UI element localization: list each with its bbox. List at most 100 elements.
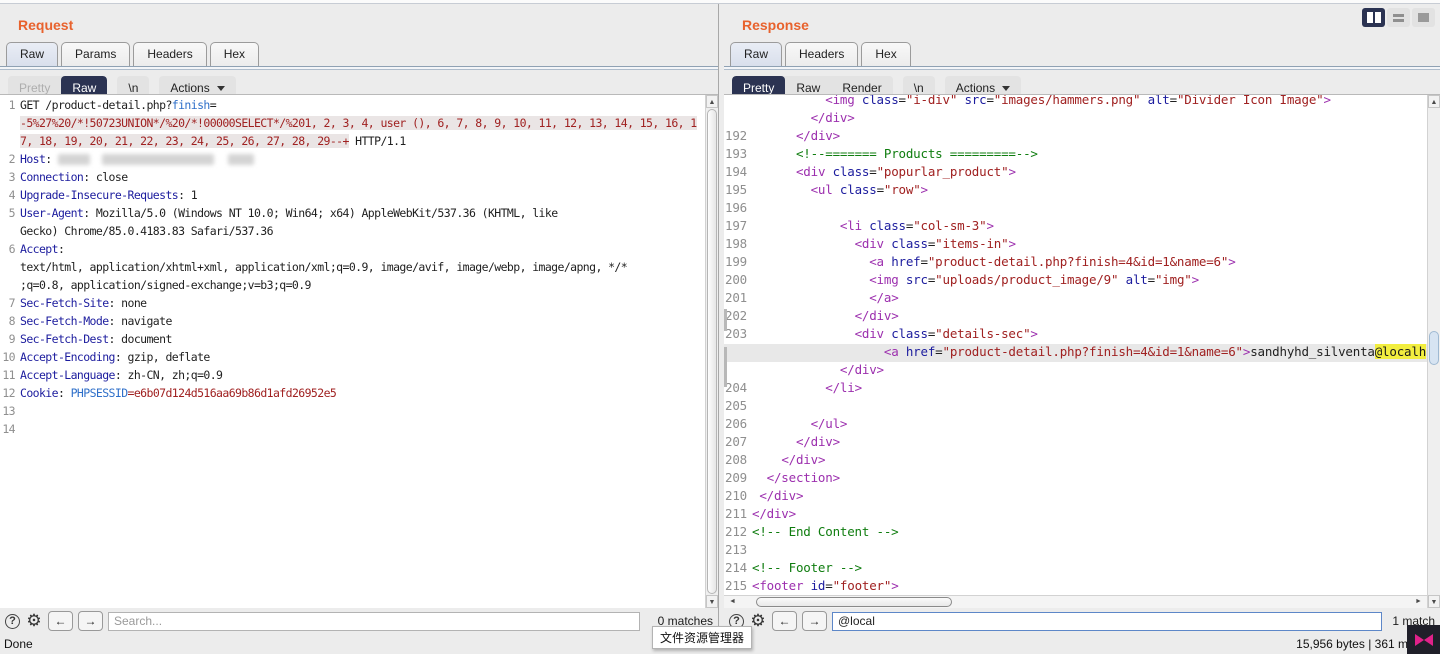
settings-gear-icon[interactable]: ⚙ <box>25 611 43 631</box>
find-previous-button[interactable]: ← <box>48 611 73 631</box>
response-tab-hex[interactable]: Hex <box>861 42 911 66</box>
code-line: 14 <box>2 422 15 436</box>
code-line: 4 Upgrade-Insecure-Requests: 1 <box>8 188 198 202</box>
response-title: Response <box>742 17 809 33</box>
request-search-input[interactable] <box>108 611 640 631</box>
code-line: 9 Sec-Fetch-Dest: document <box>8 332 173 346</box>
request-vscroll-thumb[interactable] <box>707 109 717 594</box>
code-line: 206 </ul> <box>725 416 848 431</box>
scroll-up-icon[interactable]: ▲ <box>1428 95 1440 108</box>
burp-repeater-window: Request Raw Params Headers Hex Pretty Ra… <box>0 0 1440 654</box>
code-line: 208 </div> <box>725 452 826 467</box>
code-line: 7 Sec-Fetch-Site: none <box>8 296 147 310</box>
request-title: Request <box>18 17 74 33</box>
request-findbar: ? ⚙ ← → 0 matches <box>0 608 718 634</box>
response-tab-headers[interactable]: Headers <box>785 42 859 66</box>
actions-label: Actions <box>955 81 996 95</box>
code-line: 194 <div class="popurlar_product"> <box>725 164 1016 179</box>
request-tabs: Raw Params Headers Hex <box>6 42 262 66</box>
status-bytes: 15,956 bytes | 361 m <box>1296 637 1408 651</box>
code-line: 203 <div class="details-sec"> <box>725 326 1038 341</box>
code-line: 205 <box>725 398 747 413</box>
actions-label: Actions <box>170 81 210 95</box>
scroll-up-icon[interactable]: ▲ <box>706 95 718 108</box>
code-line: 12 Cookie: PHPSESSID=e6b07d124d516aa69b86… <box>2 386 337 400</box>
code-line: 214 <!-- Footer --> <box>725 560 862 575</box>
code-line: 201 </a> <box>725 290 899 305</box>
response-tabs: Raw Headers Hex <box>730 42 914 66</box>
code-line: 1 GET /product-detail.php?finish= <box>8 98 217 112</box>
code-line: </div> <box>810 110 855 125</box>
layout-columns-button[interactable] <box>1362 8 1385 27</box>
layout-rows-button[interactable] <box>1387 8 1410 27</box>
code-line: 197 <li class="col-sm-3"> <box>725 218 994 233</box>
code-line: 193 <!--======= Products =========--> <box>725 146 1038 161</box>
request-panel: Request Raw Params Headers Hex Pretty Ra… <box>0 4 719 634</box>
search-marker <box>724 309 727 331</box>
code-line: 192 </div> <box>725 128 840 143</box>
response-editor[interactable]: <img class="i-div" src="images/hammers.p… <box>724 94 1440 608</box>
code-line: 198 <div class="items-in"> <box>725 236 1016 251</box>
scroll-left-icon[interactable]: ◄ <box>726 596 739 608</box>
pane-icon <box>1366 12 1373 23</box>
layout-buttons <box>1362 8 1435 27</box>
code-line: text/html, application/xhtml+xml, applic… <box>20 260 628 274</box>
code-line: <img class="i-div" src="images/hammers.p… <box>825 95 1331 107</box>
code-line: 11 Accept-Language: zh-CN, zh;q=0.9 <box>2 368 223 382</box>
chevron-down-icon <box>1002 85 1011 91</box>
find-next-button[interactable]: → <box>802 611 827 631</box>
code-line: 2 Host: <box>0 152 705 170</box>
code-line: 204 </li> <box>725 380 862 395</box>
scroll-right-icon[interactable]: ► <box>1412 596 1425 608</box>
code-line: 200 <img src="uploads/product_image/9" a… <box>725 272 1199 287</box>
code-line: -5%27%20/*!50723UNION*/%20/*!00000SELECT… <box>20 116 697 130</box>
code-line: 8 Sec-Fetch-Mode: navigate <box>8 314 173 328</box>
tab-underline <box>724 66 1440 70</box>
code-line: 6 Accept: <box>8 242 65 256</box>
rows-icon <box>1393 13 1404 22</box>
request-vscrollbar[interactable]: ▲ ▼ <box>705 95 718 608</box>
code-line: 7, 18, 19, 20, 21, 22, 23, 24, 25, 26, 2… <box>20 134 406 148</box>
find-previous-button[interactable]: ← <box>772 611 797 631</box>
code-line: 210 </div> <box>725 488 804 503</box>
tab-underline <box>0 66 718 70</box>
file-explorer-tooltip: 文件资源管理器 <box>652 626 753 649</box>
code-line: 211 </div> <box>725 506 796 521</box>
code-line: ;q=0.8, application/signed-exchange;v=b3… <box>20 278 311 292</box>
response-vscroll-thumb[interactable] <box>1429 331 1439 365</box>
response-hscroll-thumb[interactable] <box>756 597 952 607</box>
code-line: 3 Connection: close <box>8 170 128 184</box>
help-icon[interactable]: ? <box>5 613 20 629</box>
request-tab-raw[interactable]: Raw <box>6 42 59 66</box>
chevron-down-icon <box>216 85 225 91</box>
code-line: 207 </div> <box>725 434 840 449</box>
code-line: Gecko) Chrome/85.0.4183.83 Safari/537.36 <box>20 224 274 238</box>
layout-single-button[interactable] <box>1412 8 1435 27</box>
code-line: 199 <a href="product-detail.php?finish=4… <box>725 254 1236 269</box>
scroll-down-icon[interactable]: ▼ <box>706 595 718 608</box>
code-line: 213 <box>725 542 747 557</box>
code-line: </div> <box>839 362 884 377</box>
code-line: 209 </section> <box>725 470 840 485</box>
response-panel: Response Raw Headers Hex Pretty Raw Rend… <box>724 4 1440 634</box>
code-line: 195 <ul class="row"> <box>725 182 928 197</box>
request-tab-headers[interactable]: Headers <box>133 42 207 66</box>
code-line: 13 <box>2 404 15 418</box>
request-tab-params[interactable]: Params <box>61 42 131 66</box>
response-hscrollbar[interactable]: ◄ ► <box>724 595 1427 608</box>
response-findbar: ? ⚙ ← → 1 match <box>724 608 1440 634</box>
code-line: <a href="product-detail.php?finish=4&id=… <box>724 344 1427 362</box>
code-line: 212 <!-- End Content --> <box>725 524 899 539</box>
code-line: 196 <box>725 200 747 215</box>
request-tab-hex[interactable]: Hex <box>209 42 260 66</box>
recorder-logo-icon <box>1407 625 1440 654</box>
response-vscrollbar[interactable]: ▲ ▼ <box>1427 95 1440 608</box>
code-line: 10 Accept-Encoding: gzip, deflate <box>2 350 210 364</box>
response-search-input[interactable] <box>832 611 1382 631</box>
response-tab-raw[interactable]: Raw <box>730 42 783 66</box>
scroll-down-icon[interactable]: ▼ <box>1428 595 1440 608</box>
code-line: 5 User-Agent: Mozilla/5.0 (Windows NT 10.… <box>8 206 558 220</box>
single-pane-icon <box>1418 13 1429 22</box>
request-editor[interactable]: 1 GET /product-detail.php?finish= -5%27%20… <box>0 94 718 608</box>
find-next-button[interactable]: → <box>78 611 103 631</box>
